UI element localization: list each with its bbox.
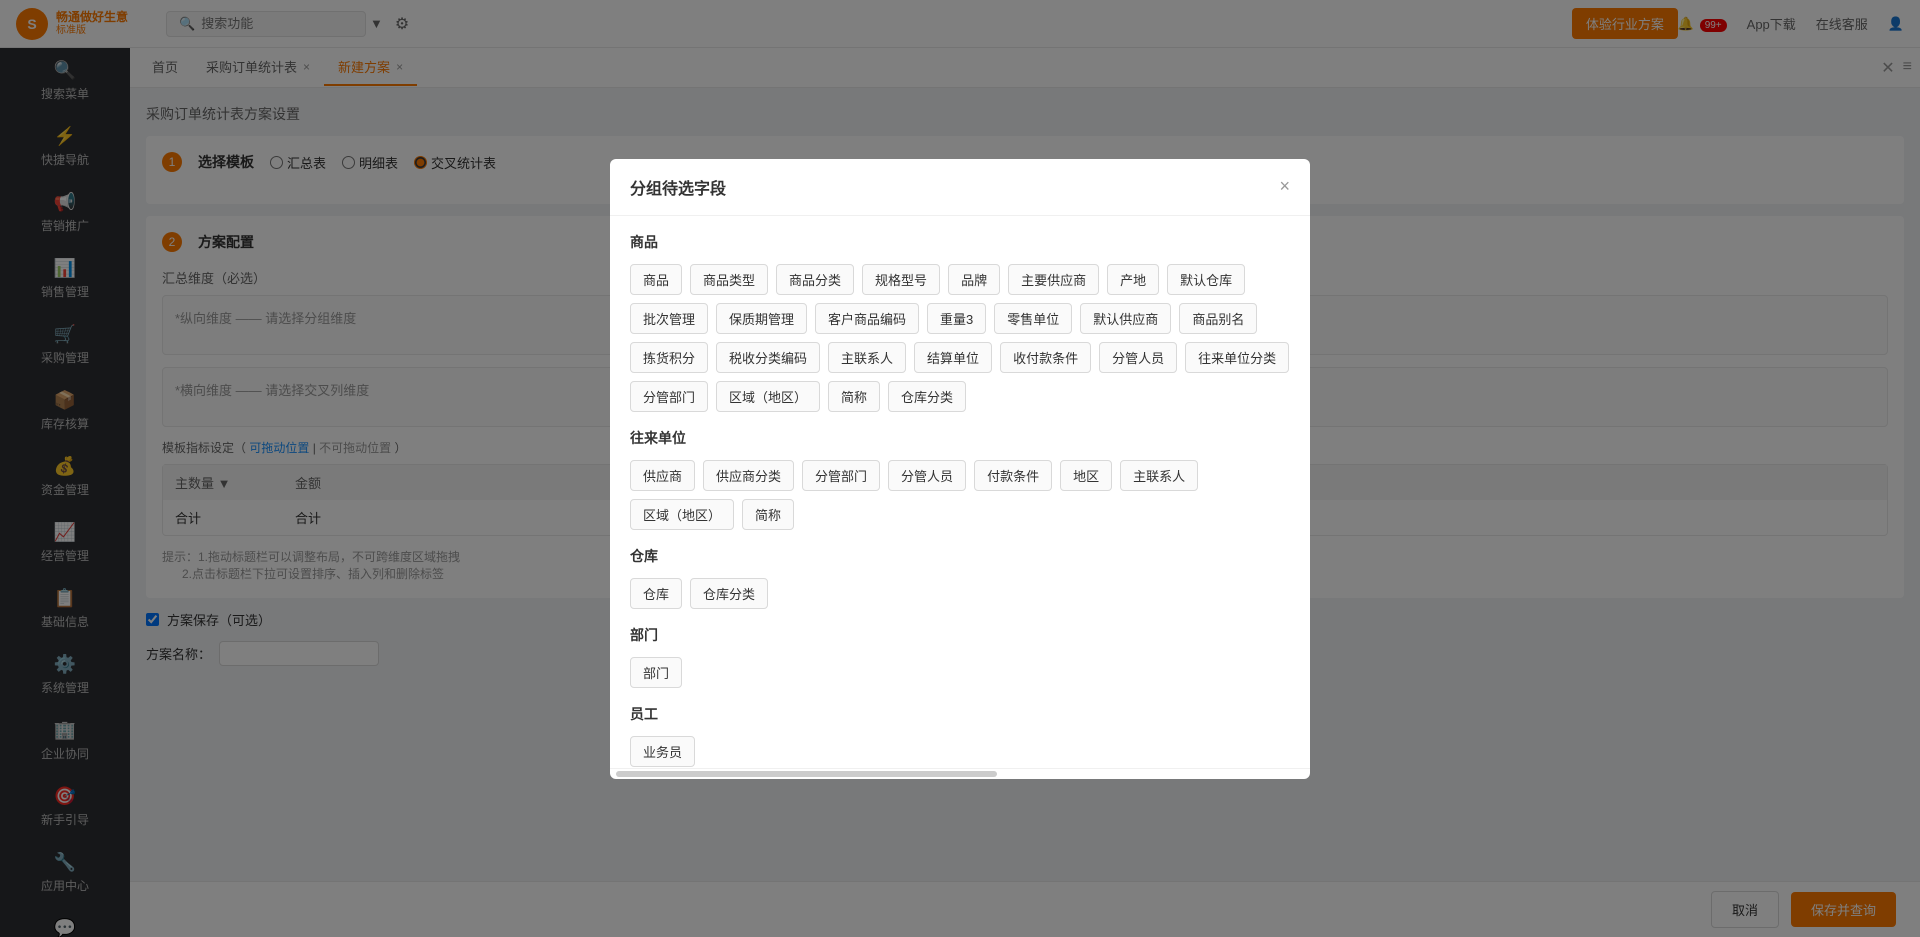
tag-0-22[interactable]: 分管部门 [630, 381, 708, 412]
tag-0-3[interactable]: 规格型号 [862, 264, 940, 295]
dialog-header: 分组待选字段 × [610, 159, 1310, 216]
section-tags-2: 仓库仓库分类 [630, 578, 1290, 609]
tag-0-7[interactable]: 默认仓库 [1167, 264, 1245, 295]
tag-0-2[interactable]: 商品分类 [776, 264, 854, 295]
tag-0-9[interactable]: 保质期管理 [716, 303, 807, 334]
section-tags-0: 商品商品类型商品分类规格型号品牌主要供应商产地默认仓库批次管理保质期管理客户商品… [630, 264, 1290, 412]
tag-1-1[interactable]: 供应商分类 [703, 460, 794, 491]
tag-0-13[interactable]: 默认供应商 [1080, 303, 1171, 334]
tag-2-1[interactable]: 仓库分类 [690, 578, 768, 609]
tag-1-5[interactable]: 地区 [1060, 460, 1112, 491]
tag-0-24[interactable]: 简称 [828, 381, 880, 412]
tag-0-6[interactable]: 产地 [1107, 264, 1159, 295]
section-title-2: 仓库 [630, 546, 1290, 566]
tag-1-0[interactable]: 供应商 [630, 460, 695, 491]
tag-0-23[interactable]: 区域（地区） [716, 381, 820, 412]
section-tags-4: 业务员 [630, 736, 1290, 767]
tag-1-3[interactable]: 分管人员 [888, 460, 966, 491]
tag-0-18[interactable]: 结算单位 [914, 342, 992, 373]
tag-0-12[interactable]: 零售单位 [994, 303, 1072, 334]
tag-0-15[interactable]: 拣货积分 [630, 342, 708, 373]
tag-0-20[interactable]: 分管人员 [1099, 342, 1177, 373]
field-select-dialog: 分组待选字段 × 商品商品商品类型商品分类规格型号品牌主要供应商产地默认仓库批次… [610, 159, 1310, 779]
tag-0-1[interactable]: 商品类型 [690, 264, 768, 295]
tag-0-5[interactable]: 主要供应商 [1008, 264, 1099, 295]
tag-0-0[interactable]: 商品 [630, 264, 682, 295]
dialog-close-button[interactable]: × [1279, 176, 1290, 197]
tag-1-7[interactable]: 区域（地区） [630, 499, 734, 530]
section-title-1: 往来单位 [630, 428, 1290, 448]
tag-1-4[interactable]: 付款条件 [974, 460, 1052, 491]
tag-0-16[interactable]: 税收分类编码 [716, 342, 820, 373]
dialog-body: 商品商品商品类型商品分类规格型号品牌主要供应商产地默认仓库批次管理保质期管理客户… [610, 216, 1310, 769]
tag-0-17[interactable]: 主联系人 [828, 342, 906, 373]
section-tags-1: 供应商供应商分类分管部门分管人员付款条件地区主联系人区域（地区） 简称 [630, 460, 1290, 530]
tag-0-8[interactable]: 批次管理 [630, 303, 708, 334]
tag-1-6[interactable]: 主联系人 [1120, 460, 1198, 491]
tag-2-0[interactable]: 仓库 [630, 578, 682, 609]
tag-1-2[interactable]: 分管部门 [802, 460, 880, 491]
tag-3-0[interactable]: 部门 [630, 657, 682, 688]
tag-0-21[interactable]: 往来单位分类 [1185, 342, 1289, 373]
scrollbar-thumb [616, 771, 997, 777]
section-tags-3: 部门 [630, 657, 1290, 688]
section-title-3: 部门 [630, 625, 1290, 645]
section-title-0: 商品 [630, 232, 1290, 252]
dialog-title: 分组待选字段 [630, 175, 726, 199]
dialog-scroll-x[interactable] [610, 768, 1310, 778]
tag-0-14[interactable]: 商品别名 [1179, 303, 1257, 334]
tag-0-4[interactable]: 品牌 [948, 264, 1000, 295]
tag-1-8[interactable]: 简称 [742, 499, 794, 530]
tag-0-19[interactable]: 收付款条件 [1000, 342, 1091, 373]
tag-4-0[interactable]: 业务员 [630, 736, 695, 767]
dialog-overlay[interactable]: 分组待选字段 × 商品商品商品类型商品分类规格型号品牌主要供应商产地默认仓库批次… [0, 0, 1920, 937]
tag-0-25[interactable]: 仓库分类 [888, 381, 966, 412]
tag-0-10[interactable]: 客户商品编码 [815, 303, 919, 334]
tag-0-11[interactable]: 重量3 [927, 303, 986, 334]
section-title-4: 员工 [630, 704, 1290, 724]
